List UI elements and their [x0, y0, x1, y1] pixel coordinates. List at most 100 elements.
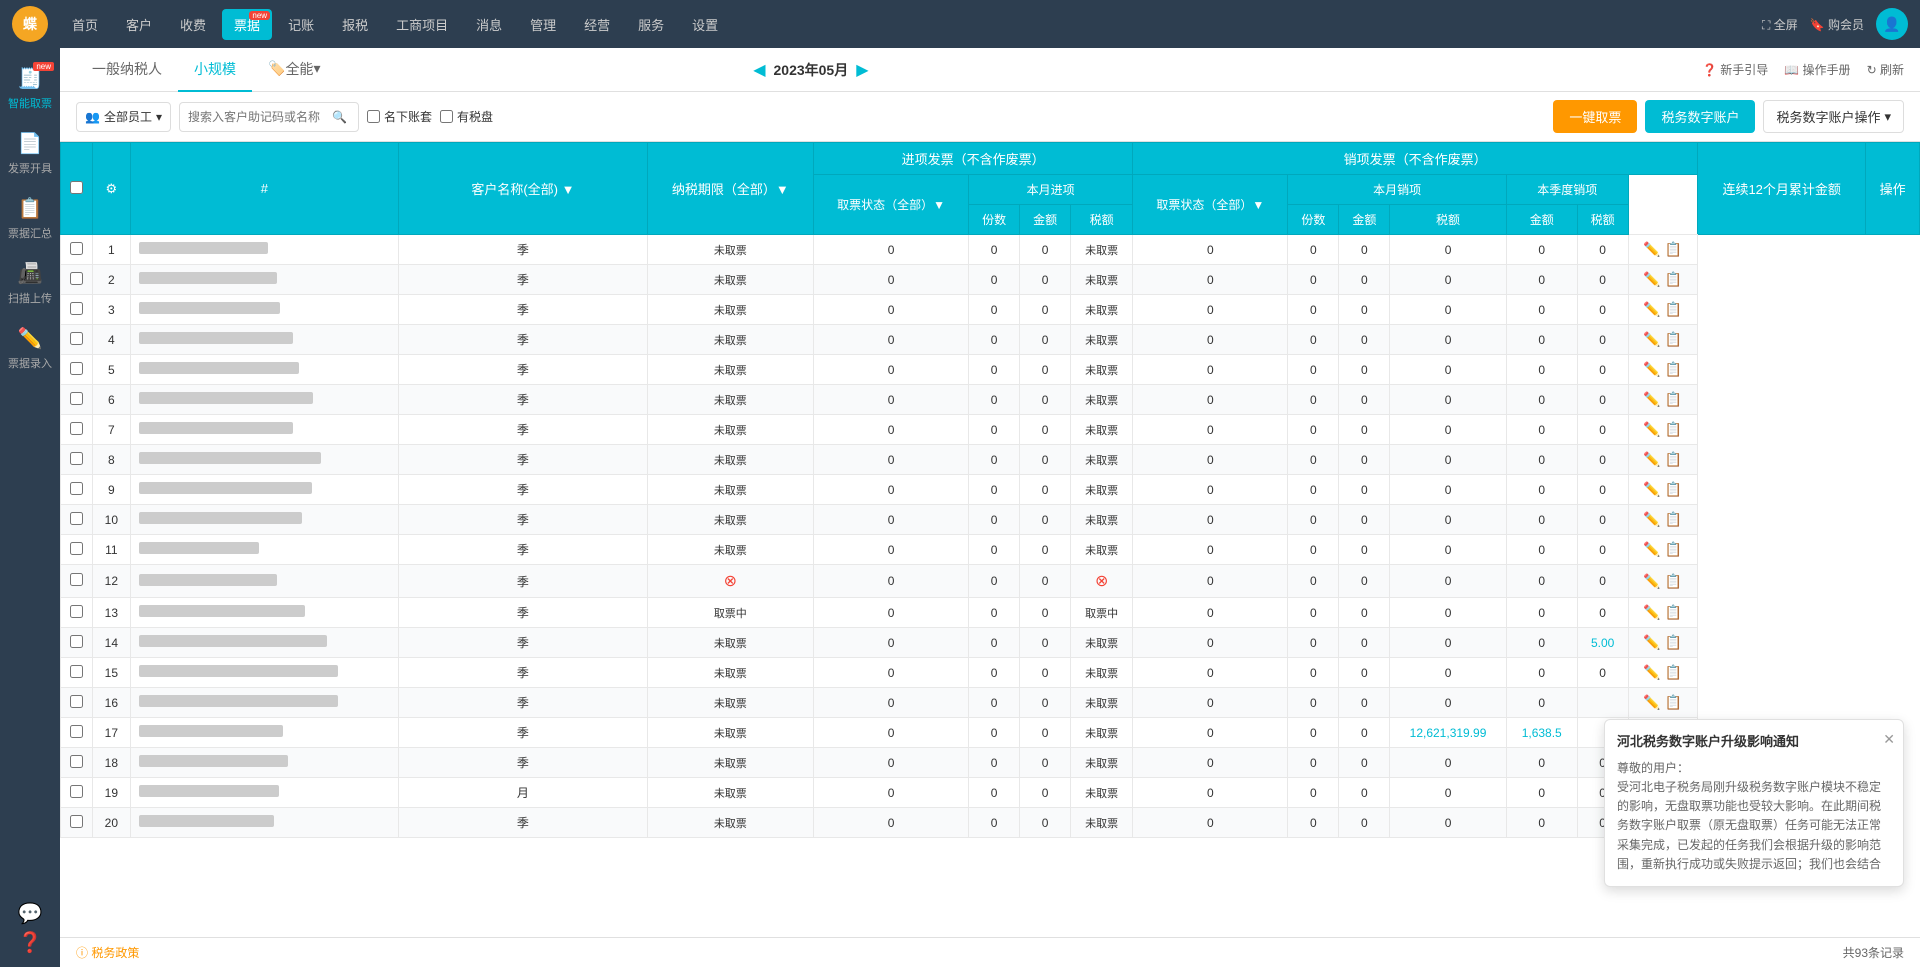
help-icon[interactable]: ❓ [18, 930, 43, 955]
row-checkbox[interactable] [61, 475, 93, 505]
copy-icon[interactable]: 📋 [1665, 573, 1682, 590]
refresh-btn[interactable]: ↻ 刷新 [1867, 61, 1904, 78]
copy-icon[interactable]: 📋 [1665, 664, 1682, 681]
row-checkbox[interactable] [61, 505, 93, 535]
row-select-checkbox[interactable] [70, 332, 83, 345]
row-select-checkbox[interactable] [70, 785, 83, 798]
tax-policy-link[interactable]: ⓘ 税务政策 [76, 944, 139, 961]
copy-icon[interactable]: 📋 [1665, 451, 1682, 468]
digital-account-operate-btn[interactable]: 税务数字账户操作 ▾ [1763, 100, 1904, 133]
row-select-checkbox[interactable] [70, 815, 83, 828]
row-select-checkbox[interactable] [70, 542, 83, 555]
edit-icon[interactable]: ✏️ [1643, 391, 1660, 408]
digital-account-btn[interactable]: 税务数字账户 [1645, 100, 1755, 133]
row-checkbox[interactable] [61, 265, 93, 295]
row-select-checkbox[interactable] [70, 605, 83, 618]
edit-icon[interactable]: ✏️ [1643, 604, 1660, 621]
row-select-checkbox[interactable] [70, 725, 83, 738]
row-checkbox[interactable] [61, 385, 93, 415]
nav-manage[interactable]: 管理 [518, 9, 568, 40]
row-select-checkbox[interactable] [70, 635, 83, 648]
row-checkbox[interactable] [61, 565, 93, 598]
message-icon[interactable]: 💬 [18, 901, 43, 926]
row-select-checkbox[interactable] [70, 392, 83, 405]
tab-all[interactable]: 🏷️ 全能 ▾ [252, 48, 336, 92]
search-input[interactable] [188, 110, 328, 124]
edit-icon[interactable]: ✏️ [1643, 451, 1660, 468]
season-tax-value[interactable]: 1,638.5 [1522, 726, 1562, 740]
edit-icon[interactable]: ✏️ [1643, 573, 1660, 590]
row-checkbox[interactable] [61, 445, 93, 475]
edit-icon[interactable]: ✏️ [1643, 271, 1660, 288]
next-month-btn[interactable]: ▶ [856, 60, 868, 80]
copy-icon[interactable]: 📋 [1665, 511, 1682, 528]
season-amount-value[interactable]: 12,621,319.99 [1410, 726, 1487, 740]
edit-icon[interactable]: ✏️ [1643, 421, 1660, 438]
row-select-checkbox[interactable] [70, 512, 83, 525]
row-checkbox[interactable] [61, 628, 93, 658]
nav-tax[interactable]: 报税 [330, 9, 380, 40]
row-checkbox[interactable] [61, 235, 93, 265]
fullscreen-btn[interactable]: ⛶ 全屏 [1762, 16, 1798, 33]
nav-accounting[interactable]: 记账 [276, 9, 326, 40]
nav-operation[interactable]: 经营 [572, 9, 622, 40]
select-all-checkbox[interactable] [70, 181, 83, 194]
row-select-checkbox[interactable] [70, 482, 83, 495]
sub-account-filter[interactable]: 名下账套 [367, 108, 432, 125]
notification-close-btn[interactable]: ✕ [1883, 728, 1895, 750]
nav-invoice[interactable]: 票据 new [222, 9, 272, 40]
edit-icon[interactable]: ✏️ [1643, 361, 1660, 378]
copy-icon[interactable]: 📋 [1665, 541, 1682, 558]
sidebar-item-invoice-entry[interactable]: ✏️ 票据录入 [0, 316, 60, 381]
copy-icon[interactable]: 📋 [1665, 694, 1682, 711]
tax-disk-filter[interactable]: 有税盘 [440, 108, 493, 125]
row-checkbox[interactable] [61, 718, 93, 748]
row-checkbox[interactable] [61, 688, 93, 718]
row-select-checkbox[interactable] [70, 452, 83, 465]
copy-icon[interactable]: 📋 [1665, 421, 1682, 438]
vip-btn[interactable]: 🔖 购会员 [1810, 16, 1864, 33]
nav-customer[interactable]: 客户 [114, 9, 164, 40]
nav-service[interactable]: 服务 [626, 9, 676, 40]
row-checkbox[interactable] [61, 658, 93, 688]
row-checkbox[interactable] [61, 325, 93, 355]
copy-icon[interactable]: 📋 [1665, 391, 1682, 408]
row-select-checkbox[interactable] [70, 242, 83, 255]
row-select-checkbox[interactable] [70, 665, 83, 678]
copy-icon[interactable]: 📋 [1665, 301, 1682, 318]
sidebar-item-invoice-open[interactable]: 📄 发票开具 [0, 121, 60, 186]
employee-filter[interactable]: 👥 全部员工 ▾ [76, 102, 171, 132]
row-select-checkbox[interactable] [70, 755, 83, 768]
guide-btn[interactable]: ❓ 新手引导 [1702, 61, 1768, 78]
sidebar-item-smart-ticket[interactable]: 🧾 智能取票 new [0, 56, 60, 121]
th-tax-period[interactable]: 纳税期限（全部）▼ [647, 143, 813, 235]
edit-icon[interactable]: ✏️ [1643, 664, 1660, 681]
edit-icon[interactable]: ✏️ [1643, 694, 1660, 711]
row-select-checkbox[interactable] [70, 695, 83, 708]
th-settings[interactable]: ⚙ [93, 143, 131, 235]
row-checkbox[interactable] [61, 355, 93, 385]
prev-month-btn[interactable]: ◀ [753, 60, 765, 80]
row-select-checkbox[interactable] [70, 573, 83, 586]
row-select-checkbox[interactable] [70, 362, 83, 375]
tax-disk-checkbox[interactable] [440, 110, 453, 123]
sidebar-item-scan-upload[interactable]: 📠 扫描上传 [0, 251, 60, 316]
edit-icon[interactable]: ✏️ [1643, 481, 1660, 498]
manual-btn[interactable]: 📖 操作手册 [1784, 61, 1850, 78]
user-avatar[interactable]: 👤 [1876, 8, 1908, 40]
edit-icon[interactable]: ✏️ [1643, 541, 1660, 558]
copy-icon[interactable]: 📋 [1665, 481, 1682, 498]
sidebar-item-invoice-summary[interactable]: 📋 票据汇总 [0, 186, 60, 251]
edit-icon[interactable]: ✏️ [1643, 511, 1660, 528]
row-select-checkbox[interactable] [70, 302, 83, 315]
edit-icon[interactable]: ✏️ [1643, 331, 1660, 348]
row-checkbox[interactable] [61, 778, 93, 808]
th-client-name[interactable]: 客户名称(全部) ▼ [399, 143, 648, 235]
search-box[interactable]: 🔍 [179, 102, 359, 132]
edit-icon[interactable]: ✏️ [1643, 241, 1660, 258]
copy-icon[interactable]: 📋 [1665, 241, 1682, 258]
edit-icon[interactable]: ✏️ [1643, 301, 1660, 318]
row-checkbox[interactable] [61, 415, 93, 445]
nav-billing[interactable]: 收费 [168, 9, 218, 40]
tab-small-scale[interactable]: 小规模 [178, 48, 252, 92]
